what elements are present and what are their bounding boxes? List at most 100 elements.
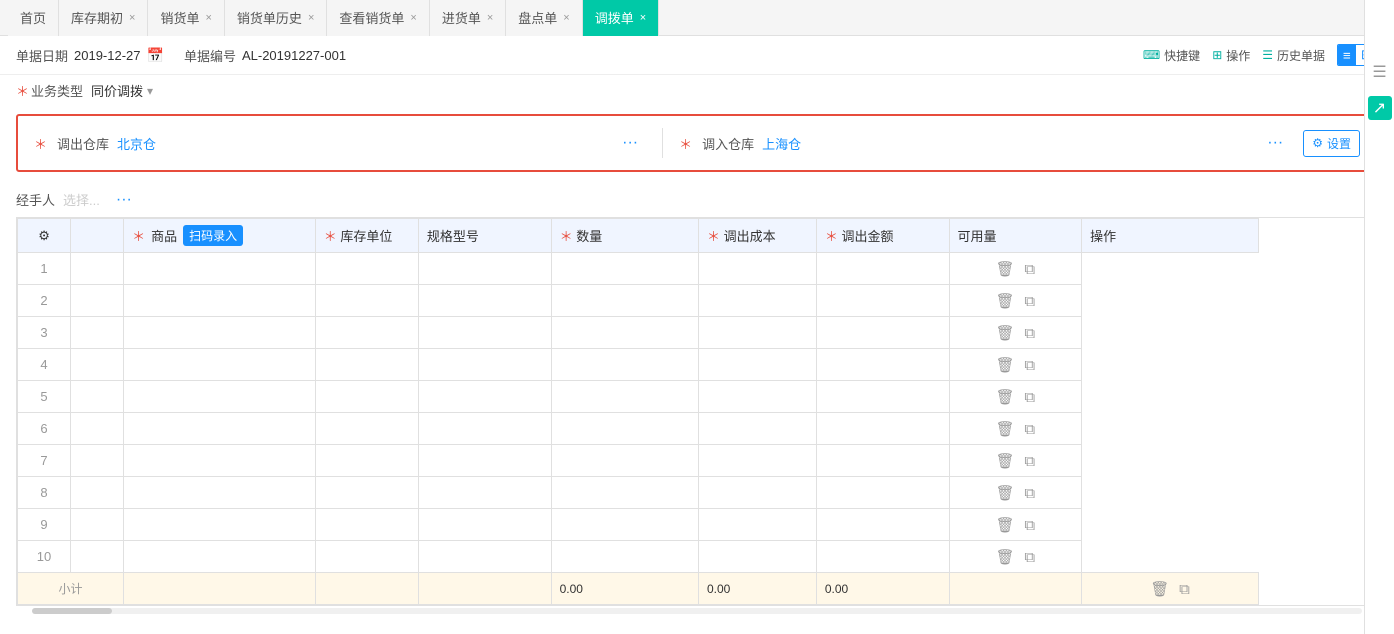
row-10-avail[interactable] bbox=[816, 541, 949, 573]
row-1-unit[interactable] bbox=[124, 253, 316, 285]
row-3-product[interactable] bbox=[71, 317, 124, 349]
row-4-copy-icon[interactable]: ⧉ bbox=[1021, 357, 1038, 374]
row-3-qty[interactable] bbox=[418, 317, 551, 349]
biz-type-select[interactable]: 同价调拨 ▾ bbox=[91, 81, 153, 100]
row-7-amount[interactable] bbox=[698, 445, 816, 477]
row-1-copy-icon[interactable]: ⧉ bbox=[1021, 261, 1038, 278]
row-5-cost[interactable] bbox=[551, 381, 698, 413]
row-6-avail[interactable] bbox=[816, 413, 949, 445]
row-3-amount[interactable] bbox=[698, 317, 816, 349]
subtotal-delete-icon[interactable]: 🗑 bbox=[1147, 581, 1172, 598]
panel-list-icon[interactable]: ☰ bbox=[1368, 60, 1392, 84]
row-9-unit[interactable] bbox=[124, 509, 316, 541]
row-4-spec[interactable] bbox=[315, 349, 418, 381]
row-5-delete-icon[interactable]: 🗑 bbox=[993, 389, 1018, 406]
row-7-cost[interactable] bbox=[551, 445, 698, 477]
tab-stock-init[interactable]: 库存期初 × bbox=[59, 0, 148, 36]
row-10-spec[interactable] bbox=[315, 541, 418, 573]
scrollbar-thumb[interactable] bbox=[32, 608, 112, 614]
subtotal-copy-icon[interactable]: ⧉ bbox=[1176, 581, 1193, 598]
person-more-button[interactable]: ··· bbox=[116, 191, 132, 209]
row-3-copy-icon[interactable]: ⧉ bbox=[1021, 325, 1038, 342]
row-9-copy-icon[interactable]: ⧉ bbox=[1021, 517, 1038, 534]
row-5-qty[interactable] bbox=[418, 381, 551, 413]
th-settings[interactable]: ⚙ bbox=[18, 219, 71, 253]
row-7-copy-icon[interactable]: ⧉ bbox=[1021, 453, 1038, 470]
row-10-qty[interactable] bbox=[418, 541, 551, 573]
row-4-avail[interactable] bbox=[816, 349, 949, 381]
setting-button[interactable]: ⚙ 设置 bbox=[1303, 130, 1360, 157]
row-10-product[interactable] bbox=[71, 541, 124, 573]
row-9-avail[interactable] bbox=[816, 509, 949, 541]
calendar-icon[interactable]: 📅 bbox=[147, 47, 164, 64]
tab-purchase[interactable]: 进货单 × bbox=[430, 0, 506, 36]
row-9-cost[interactable] bbox=[551, 509, 698, 541]
tab-close-sales-history[interactable]: × bbox=[308, 12, 314, 24]
row-5-unit[interactable] bbox=[124, 381, 316, 413]
row-6-qty[interactable] bbox=[418, 413, 551, 445]
row-10-amount[interactable] bbox=[698, 541, 816, 573]
row-4-cost[interactable] bbox=[551, 349, 698, 381]
tab-close-stock-init[interactable]: × bbox=[129, 12, 135, 24]
history-button[interactable]: ☰ 历史单据 bbox=[1262, 47, 1325, 64]
row-6-cost[interactable] bbox=[551, 413, 698, 445]
row-3-delete-icon[interactable]: 🗑 bbox=[993, 325, 1018, 342]
row-4-qty[interactable] bbox=[418, 349, 551, 381]
tab-transfer[interactable]: 调拨单 × bbox=[583, 0, 659, 36]
row-5-amount[interactable] bbox=[698, 381, 816, 413]
row-8-cost[interactable] bbox=[551, 477, 698, 509]
row-9-spec[interactable] bbox=[315, 509, 418, 541]
scan-button[interactable]: 扫码录入 bbox=[183, 225, 243, 246]
row-2-amount[interactable] bbox=[698, 285, 816, 317]
row-8-qty[interactable] bbox=[418, 477, 551, 509]
row-2-avail[interactable] bbox=[816, 285, 949, 317]
row-3-cost[interactable] bbox=[551, 317, 698, 349]
row-5-product[interactable] bbox=[71, 381, 124, 413]
tab-inventory[interactable]: 盘点单 × bbox=[506, 0, 582, 36]
row-7-product[interactable] bbox=[71, 445, 124, 477]
row-9-delete-icon[interactable]: 🗑 bbox=[993, 517, 1018, 534]
row-3-unit[interactable] bbox=[124, 317, 316, 349]
row-4-amount[interactable] bbox=[698, 349, 816, 381]
tab-view-sales[interactable]: 查看销货单 × bbox=[327, 0, 429, 36]
row-2-spec[interactable] bbox=[315, 285, 418, 317]
layout-list-button[interactable]: ≡ bbox=[1338, 45, 1356, 65]
row-5-avail[interactable] bbox=[816, 381, 949, 413]
row-9-qty[interactable] bbox=[418, 509, 551, 541]
row-6-unit[interactable] bbox=[124, 413, 316, 445]
row-3-avail[interactable] bbox=[816, 317, 949, 349]
in-warehouse-more-button[interactable]: ··· bbox=[1259, 134, 1291, 152]
row-2-delete-icon[interactable]: 🗑 bbox=[993, 293, 1018, 310]
panel-export-icon[interactable]: ↗ bbox=[1368, 96, 1392, 120]
row-2-qty[interactable] bbox=[418, 285, 551, 317]
row-5-spec[interactable] bbox=[315, 381, 418, 413]
tab-close-purchase[interactable]: × bbox=[487, 12, 493, 24]
row-10-unit[interactable] bbox=[124, 541, 316, 573]
row-5-copy-icon[interactable]: ⧉ bbox=[1021, 389, 1038, 406]
row-9-product[interactable] bbox=[71, 509, 124, 541]
row-8-product[interactable] bbox=[71, 477, 124, 509]
shortcuts-button[interactable]: ⌨ 快捷键 bbox=[1143, 47, 1200, 64]
row-3-spec[interactable] bbox=[315, 317, 418, 349]
tab-home[interactable]: 首页 bbox=[8, 0, 59, 36]
row-8-spec[interactable] bbox=[315, 477, 418, 509]
row-7-delete-icon[interactable]: 🗑 bbox=[993, 453, 1018, 470]
out-warehouse-more-button[interactable]: ··· bbox=[614, 134, 646, 152]
row-7-spec[interactable] bbox=[315, 445, 418, 477]
row-4-delete-icon[interactable]: 🗑 bbox=[993, 357, 1018, 374]
row-8-delete-icon[interactable]: 🗑 bbox=[993, 485, 1018, 502]
tab-sales-order[interactable]: 销货单 × bbox=[148, 0, 224, 36]
row-1-spec[interactable] bbox=[315, 253, 418, 285]
operations-button[interactable]: ⊞ 操作 bbox=[1212, 47, 1250, 64]
row-2-cost[interactable] bbox=[551, 285, 698, 317]
tab-close-transfer[interactable]: × bbox=[640, 12, 646, 24]
row-6-amount[interactable] bbox=[698, 413, 816, 445]
row-1-avail[interactable] bbox=[816, 253, 949, 285]
row-6-product[interactable] bbox=[71, 413, 124, 445]
row-8-copy-icon[interactable]: ⧉ bbox=[1021, 485, 1038, 502]
row-1-product[interactable] bbox=[71, 253, 124, 285]
row-10-delete-icon[interactable]: 🗑 bbox=[993, 549, 1018, 566]
horizontal-scrollbar[interactable] bbox=[32, 608, 1362, 614]
row-7-unit[interactable] bbox=[124, 445, 316, 477]
row-8-amount[interactable] bbox=[698, 477, 816, 509]
